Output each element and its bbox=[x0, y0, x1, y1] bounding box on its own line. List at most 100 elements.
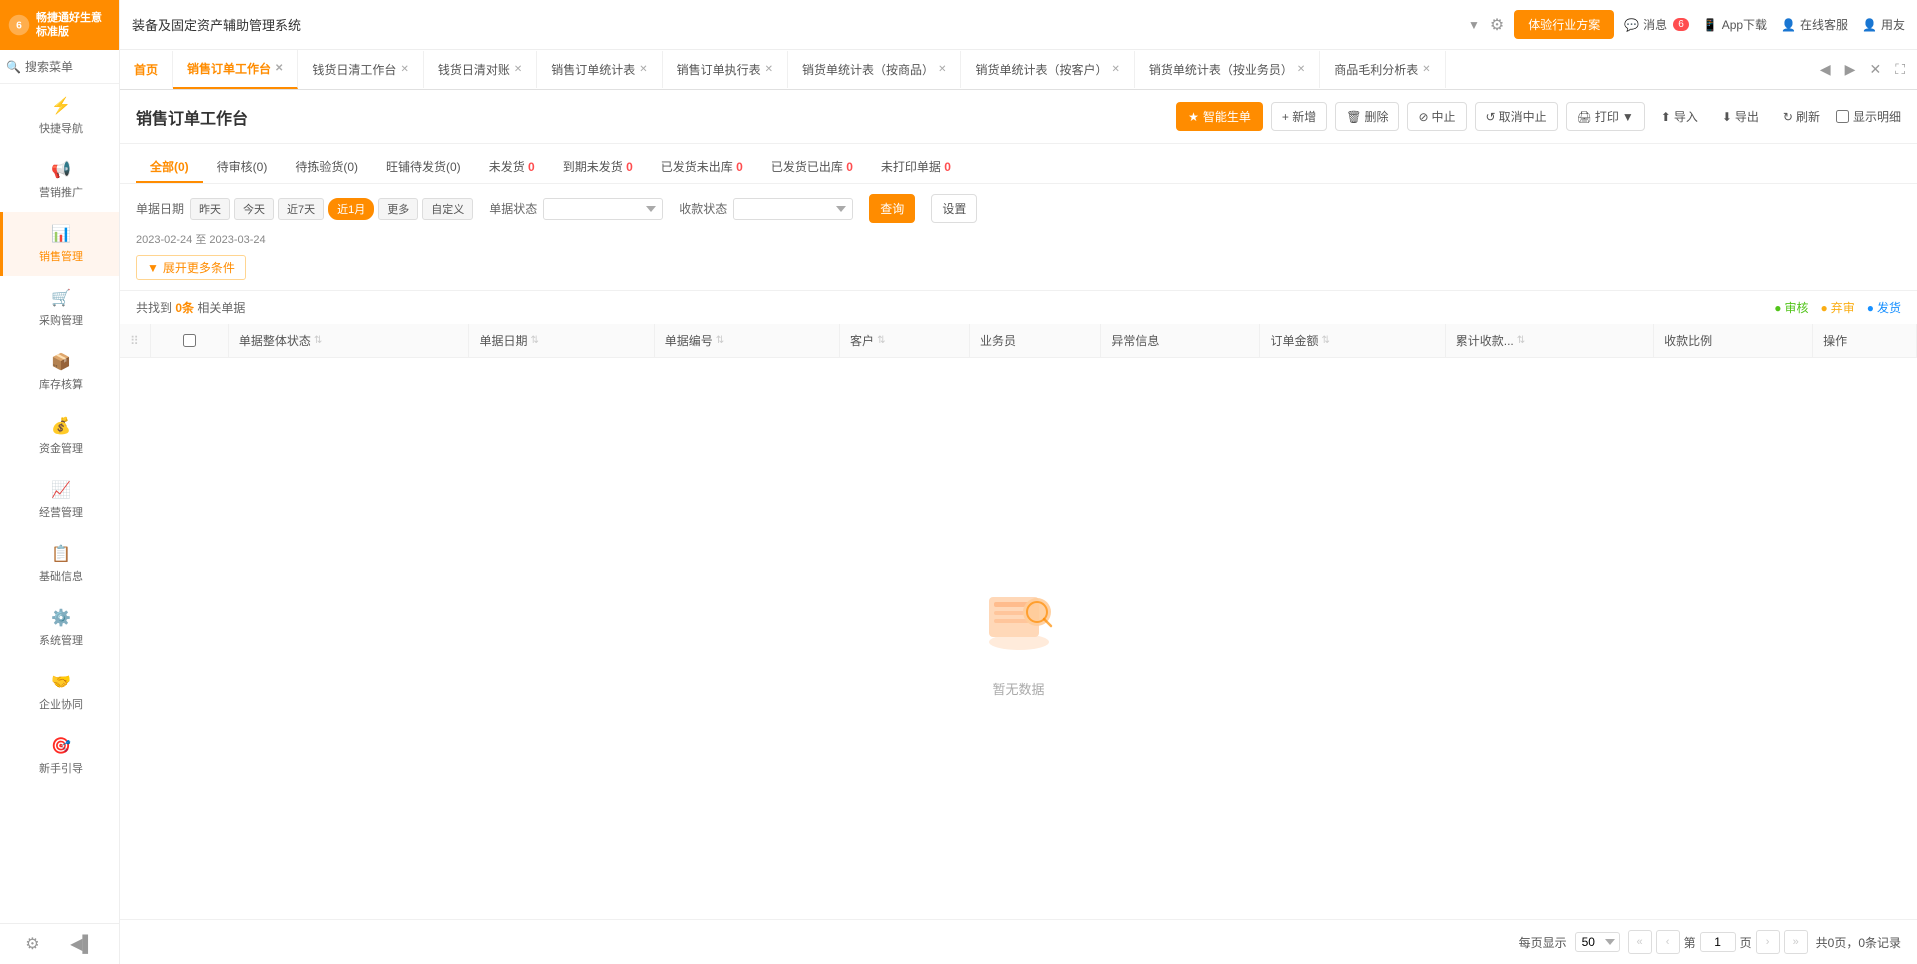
sidebar-item-system[interactable]: ⚙️ 系统管理 bbox=[0, 596, 119, 660]
tab-sales-exec[interactable]: 销售订单执行表 ✕ bbox=[663, 51, 788, 88]
th-amount-sort[interactable]: ⇅ bbox=[1321, 335, 1329, 346]
settings-button[interactable]: 设置 bbox=[931, 194, 977, 223]
sidebar-item-enterprise[interactable]: 🤝 企业协同 bbox=[0, 660, 119, 724]
date-btn-yesterday[interactable]: 昨天 bbox=[190, 198, 230, 220]
topbar-settings-icon[interactable]: ⚙ bbox=[1490, 15, 1504, 35]
select-all-checkbox[interactable] bbox=[183, 334, 196, 347]
date-btn-more[interactable]: 更多 bbox=[378, 198, 418, 220]
first-page-button[interactable]: « bbox=[1628, 930, 1652, 954]
th-staff-label: 业务员 bbox=[980, 334, 1016, 348]
print-button[interactable]: 🖨 打印 ▼ bbox=[1566, 102, 1645, 131]
tab-sales-workbench[interactable]: 销售订单工作台 ✕ bbox=[173, 50, 298, 89]
sidebar-item-guide[interactable]: 🎯 新手引导 bbox=[0, 724, 119, 788]
tab-goods-stats-product-close[interactable]: ✕ bbox=[938, 64, 946, 75]
tab-goods-stats-product[interactable]: 销货单统计表（按商品） ✕ bbox=[788, 51, 961, 88]
message-button[interactable]: 💬 消息 6 bbox=[1624, 16, 1689, 33]
sidebar-item-basic-info[interactable]: 📋 基础信息 bbox=[0, 532, 119, 596]
th-number-sort[interactable]: ⇅ bbox=[716, 335, 724, 346]
tab-fullscreen-button[interactable]: ⛶ bbox=[1891, 59, 1909, 80]
date-btn-1month[interactable]: 近1月 bbox=[328, 198, 374, 220]
subtab-pending-audit[interactable]: 待审核(0) bbox=[203, 152, 282, 183]
sidebar-item-inventory[interactable]: 📦 库存核算 bbox=[0, 340, 119, 404]
sidebar-item-purchase[interactable]: 🛒 采购管理 bbox=[0, 276, 119, 340]
page-title: 销售订单工作台 bbox=[136, 105, 248, 129]
subtab-not-shipped[interactable]: 未发货 0 bbox=[475, 152, 549, 183]
th-status-sort[interactable]: ⇅ bbox=[314, 335, 322, 346]
cancel-stop-button[interactable]: ↺ 取消中止 bbox=[1475, 102, 1558, 131]
delete-button[interactable]: 🗑 删除 bbox=[1335, 102, 1399, 131]
horizontal-scrollbar[interactable] bbox=[120, 907, 1917, 919]
tab-sales-stats-label: 销售订单统计表 bbox=[551, 61, 635, 78]
query-button[interactable]: 查询 bbox=[869, 194, 915, 223]
sidebar-item-marketing[interactable]: 📢 营销推广 bbox=[0, 148, 119, 212]
horizontal-scroll-inner bbox=[120, 907, 1520, 908]
tab-cash-account-close[interactable]: ✕ bbox=[514, 64, 522, 75]
stop-button[interactable]: ⊘ 中止 bbox=[1407, 102, 1466, 131]
subtab-shipped-not-out[interactable]: 已发货未出库 0 bbox=[647, 152, 757, 183]
tab-goods-stats-staff[interactable]: 销货单统计表（按业务员） ✕ bbox=[1135, 51, 1320, 88]
tab-sales-workbench-close[interactable]: ✕ bbox=[275, 63, 283, 74]
tab-sales-stats-close[interactable]: ✕ bbox=[639, 64, 647, 75]
prev-page-button[interactable]: ‹ bbox=[1656, 930, 1680, 954]
user-menu-button[interactable]: 👤 用友 bbox=[1862, 16, 1905, 33]
settings-bottom-icon[interactable]: ⚙ bbox=[25, 934, 39, 954]
th-amount: 订单金额 ⇅ bbox=[1260, 324, 1445, 358]
app-download-button[interactable]: 📱 App下载 bbox=[1703, 16, 1767, 33]
industry-solution-button[interactable]: 体验行业方案 bbox=[1514, 10, 1614, 39]
tab-margin-analysis-close[interactable]: ✕ bbox=[1422, 64, 1430, 75]
smart-generate-button[interactable]: ★ 智能生单 bbox=[1176, 102, 1263, 131]
tab-cash-daily[interactable]: 钱货日清工作台 ✕ bbox=[298, 51, 423, 88]
tab-sales-exec-close[interactable]: ✕ bbox=[765, 64, 773, 75]
subtab-not-printed[interactable]: 未打印单据 0 bbox=[867, 152, 965, 183]
collapse-icon[interactable]: ◀▌ bbox=[70, 934, 94, 954]
tab-sales-stats[interactable]: 销售订单统计表 ✕ bbox=[537, 51, 662, 88]
subtab-pending-check[interactable]: 待拣验货(0) bbox=[281, 152, 372, 183]
date-btn-custom[interactable]: 自定义 bbox=[422, 198, 473, 220]
per-page-select[interactable]: 50 10 20 100 bbox=[1575, 932, 1620, 952]
tab-close-all-button[interactable]: ✕ bbox=[1865, 59, 1885, 80]
batch-unapprove-button[interactable]: ● 弃审 bbox=[1820, 299, 1854, 316]
tab-cash-daily-close[interactable]: ✕ bbox=[400, 64, 408, 75]
batch-ship-button[interactable]: ● 发货 bbox=[1867, 299, 1901, 316]
refresh-button[interactable]: ↻ 刷新 bbox=[1775, 103, 1828, 130]
tab-home[interactable]: 首页 bbox=[120, 51, 173, 88]
th-collected-sort[interactable]: ⇅ bbox=[1517, 335, 1525, 346]
show-detail-input[interactable] bbox=[1836, 110, 1849, 123]
batch-audit-button[interactable]: ● 审核 bbox=[1774, 299, 1808, 316]
show-detail-checkbox[interactable]: 显示明细 bbox=[1836, 108, 1901, 125]
tab-cash-account[interactable]: 钱货日清对账 ✕ bbox=[424, 51, 537, 88]
payment-select[interactable] bbox=[733, 198, 853, 220]
subtab-wangpu[interactable]: 旺铺待发货(0) bbox=[372, 152, 475, 183]
sidebar-item-search[interactable]: 🔍 搜索菜单 bbox=[0, 50, 119, 84]
tab-goods-stats-staff-close[interactable]: ✕ bbox=[1297, 64, 1305, 75]
expand-conditions-button[interactable]: ▼ 展开更多条件 bbox=[136, 255, 246, 280]
status-select[interactable] bbox=[543, 198, 663, 220]
tab-margin-analysis[interactable]: 商品毛利分析表 ✕ bbox=[1320, 51, 1445, 88]
date-btn-today[interactable]: 今天 bbox=[234, 198, 274, 220]
subtab-all[interactable]: 全部(0) bbox=[136, 152, 203, 183]
sidebar-item-quick-nav[interactable]: ⚡ 快捷导航 bbox=[0, 84, 119, 148]
next-page-button[interactable]: › bbox=[1756, 930, 1780, 954]
online-service-button[interactable]: 👤 在线客服 bbox=[1781, 16, 1848, 33]
page-number-input[interactable] bbox=[1700, 932, 1736, 952]
th-date-sort[interactable]: ⇅ bbox=[530, 335, 538, 346]
import-button[interactable]: ⬆ 导入 bbox=[1653, 103, 1706, 130]
subtab-overdue[interactable]: 到期未发货 0 bbox=[549, 152, 647, 183]
tab-margin-analysis-label: 商品毛利分析表 bbox=[1334, 61, 1418, 78]
sidebar-item-sales[interactable]: 📊 销售管理 bbox=[0, 212, 119, 276]
export-button[interactable]: ⬇ 导出 bbox=[1714, 103, 1767, 130]
sidebar-item-operations[interactable]: 📈 经营管理 bbox=[0, 468, 119, 532]
sidebar-item-finance[interactable]: 💰 资金管理 bbox=[0, 404, 119, 468]
th-customer-sort[interactable]: ⇅ bbox=[877, 335, 885, 346]
date-btn-7days[interactable]: 近7天 bbox=[278, 198, 324, 220]
tab-goods-stats-customer[interactable]: 销货单统计表（按客户） ✕ bbox=[961, 51, 1134, 88]
tab-goods-stats-customer-close[interactable]: ✕ bbox=[1111, 64, 1119, 75]
add-button[interactable]: + 新增 bbox=[1271, 102, 1327, 131]
subtab-shipped-out[interactable]: 已发货已出库 0 bbox=[757, 152, 867, 183]
last-page-button[interactable]: » bbox=[1784, 930, 1808, 954]
tab-next-button[interactable]: ▶ bbox=[1841, 59, 1860, 80]
status-filter: 单据状态 bbox=[489, 198, 663, 220]
system-dropdown-icon[interactable]: ▼ bbox=[1468, 18, 1480, 32]
tab-prev-button[interactable]: ◀ bbox=[1816, 59, 1835, 80]
tab-cash-daily-label: 钱货日清工作台 bbox=[312, 61, 396, 78]
